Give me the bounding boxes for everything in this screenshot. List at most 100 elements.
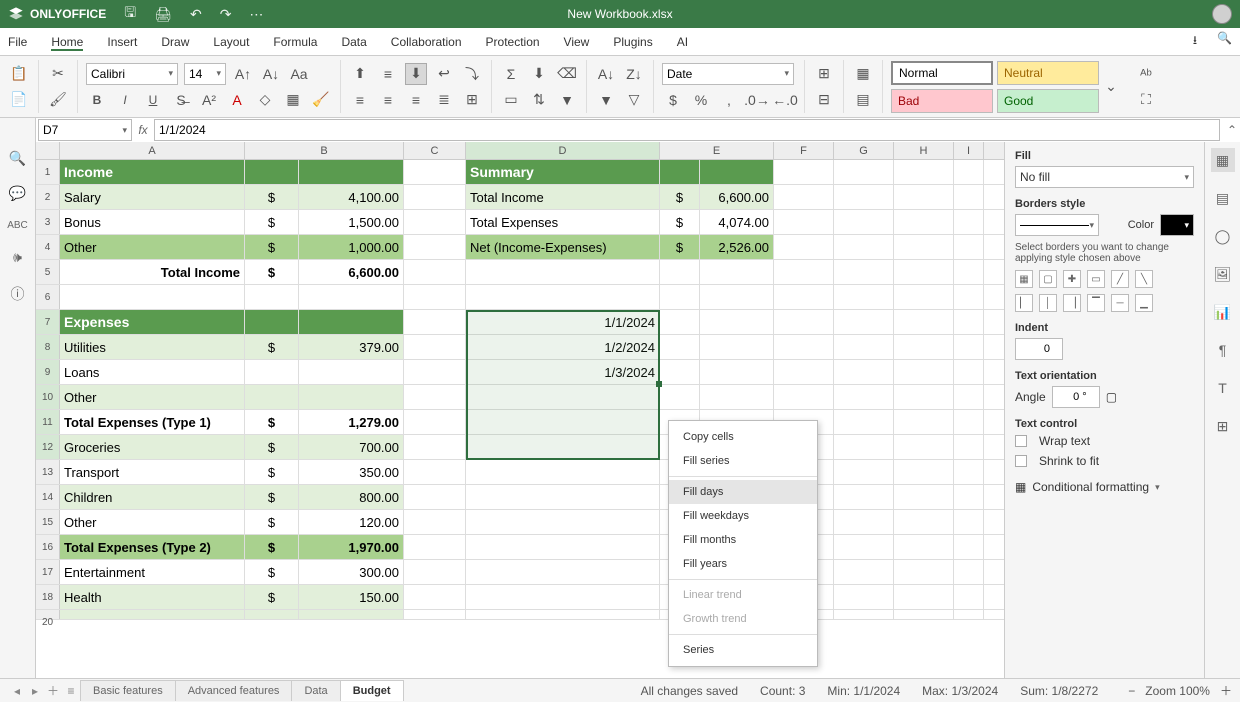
cell[interactable] xyxy=(404,435,466,459)
cell[interactable] xyxy=(466,510,660,534)
context-menu-item[interactable]: Fill series xyxy=(669,449,817,473)
cell[interactable] xyxy=(954,485,984,509)
font-name-select[interactable]: Calibri▾ xyxy=(86,63,178,85)
cell[interactable]: Utilities xyxy=(60,335,245,359)
border-right-icon[interactable]: ▕ xyxy=(1063,294,1081,312)
cell[interactable]: Entertainment xyxy=(60,560,245,584)
cell[interactable] xyxy=(660,385,700,409)
cell[interactable] xyxy=(894,310,954,334)
angle-preset-icon[interactable]: ▢ xyxy=(1106,390,1117,404)
col-header[interactable]: B xyxy=(245,142,404,159)
image-tab-icon[interactable]: 🖼 xyxy=(1211,262,1235,286)
cell[interactable] xyxy=(894,610,954,619)
orientation-icon[interactable]: ⤵ xyxy=(461,63,483,85)
cell[interactable] xyxy=(299,160,404,184)
cell[interactable]: Summary xyxy=(466,160,660,184)
cell[interactable] xyxy=(700,310,774,334)
undo-icon[interactable]: ↶ xyxy=(190,6,202,23)
fill-select[interactable]: No fill▾ xyxy=(1015,166,1194,188)
cell[interactable] xyxy=(245,310,299,334)
cell[interactable] xyxy=(660,310,700,334)
row-header[interactable]: 13 xyxy=(36,460,60,484)
save-icon[interactable]: 🖫 xyxy=(124,2,136,26)
row-header[interactable]: 1 xyxy=(36,160,60,184)
dec-inc-icon[interactable]: .0→ xyxy=(746,89,768,111)
cell[interactable] xyxy=(404,535,466,559)
border-bottom-icon[interactable]: ▁ xyxy=(1135,294,1153,312)
cell[interactable]: 4,074.00 xyxy=(700,210,774,234)
cell[interactable]: Loans xyxy=(60,360,245,384)
row-header[interactable]: 14 xyxy=(36,485,60,509)
context-menu-item[interactable]: Fill weekdays xyxy=(669,504,817,528)
col-header[interactable]: G xyxy=(834,142,894,159)
select-all-corner[interactable] xyxy=(36,142,60,159)
spellcheck-icon[interactable]: ABC xyxy=(7,220,28,231)
cell[interactable] xyxy=(954,260,984,284)
cell[interactable]: 700.00 xyxy=(299,435,404,459)
cell[interactable] xyxy=(894,185,954,209)
super-sub-icon[interactable]: A² xyxy=(198,89,220,111)
cell[interactable] xyxy=(954,335,984,359)
cell[interactable] xyxy=(404,360,466,384)
cell[interactable] xyxy=(299,285,404,309)
cell[interactable] xyxy=(894,235,954,259)
cell[interactable] xyxy=(404,560,466,584)
cell[interactable] xyxy=(404,160,466,184)
cell[interactable] xyxy=(660,160,700,184)
menu-collaboration[interactable]: Collaboration xyxy=(391,33,462,51)
cell[interactable] xyxy=(834,485,894,509)
cell[interactable] xyxy=(700,285,774,309)
increase-font-icon[interactable]: A↑ xyxy=(232,63,254,85)
cell[interactable]: 1/3/2024 xyxy=(466,360,660,384)
cell[interactable]: Other xyxy=(60,385,245,409)
delete-cells-icon[interactable]: ⊟ xyxy=(813,89,835,111)
cell[interactable] xyxy=(466,285,660,309)
cell[interactable] xyxy=(466,485,660,509)
context-menu-item[interactable]: Fill years xyxy=(669,552,817,576)
fx-icon[interactable]: fx xyxy=(132,123,154,137)
sheet-list-icon[interactable]: ≡ xyxy=(62,684,80,698)
cond-format-icon[interactable]: ▦ xyxy=(1015,480,1026,494)
cell[interactable] xyxy=(299,360,404,384)
paste-icon[interactable]: 📄 xyxy=(8,89,30,111)
align-left-icon[interactable]: ≡ xyxy=(349,89,371,111)
cell[interactable] xyxy=(954,535,984,559)
cell[interactable] xyxy=(774,285,834,309)
italic-icon[interactable]: I xyxy=(114,89,136,111)
cell[interactable] xyxy=(954,585,984,609)
cell[interactable] xyxy=(894,260,954,284)
styles-expand-icon[interactable]: ⌄ xyxy=(1103,76,1119,98)
cut-icon[interactable]: ✂ xyxy=(47,63,69,85)
cell[interactable]: 1/2/2024 xyxy=(466,335,660,359)
menu-ai[interactable]: AI xyxy=(677,33,688,51)
cell[interactable] xyxy=(954,510,984,534)
cell[interactable]: $ xyxy=(245,185,299,209)
cell[interactable]: 379.00 xyxy=(299,335,404,359)
cell[interactable] xyxy=(404,285,466,309)
cell[interactable] xyxy=(466,585,660,609)
cell[interactable]: 6,600.00 xyxy=(700,185,774,209)
cell[interactable] xyxy=(954,160,984,184)
wrap-icon[interactable]: ↩ xyxy=(433,63,455,85)
cell[interactable] xyxy=(834,610,894,619)
cell[interactable] xyxy=(834,310,894,334)
cell[interactable] xyxy=(60,610,245,619)
currency-icon[interactable]: $ xyxy=(662,89,684,111)
cell[interactable]: Net (Income-Expenses) xyxy=(466,235,660,259)
cell[interactable] xyxy=(466,610,660,619)
cell[interactable] xyxy=(404,410,466,434)
cell[interactable] xyxy=(834,510,894,534)
cell[interactable] xyxy=(894,485,954,509)
cell[interactable] xyxy=(404,235,466,259)
cell[interactable] xyxy=(404,485,466,509)
shrink-checkbox[interactable] xyxy=(1015,455,1027,467)
spreadsheet-grid[interactable]: A B C D E F G H I 1IncomeSummary2Salary$… xyxy=(36,142,1004,678)
cell[interactable] xyxy=(954,185,984,209)
cell[interactable] xyxy=(894,385,954,409)
cell[interactable]: $ xyxy=(660,210,700,234)
fill-color-icon[interactable]: ◇ xyxy=(254,89,276,111)
merge-icon[interactable]: ⊞ xyxy=(461,89,483,111)
style-normal[interactable]: Normal xyxy=(891,61,993,85)
cell[interactable]: $ xyxy=(245,260,299,284)
about-icon[interactable]: ⓘ xyxy=(11,284,25,304)
